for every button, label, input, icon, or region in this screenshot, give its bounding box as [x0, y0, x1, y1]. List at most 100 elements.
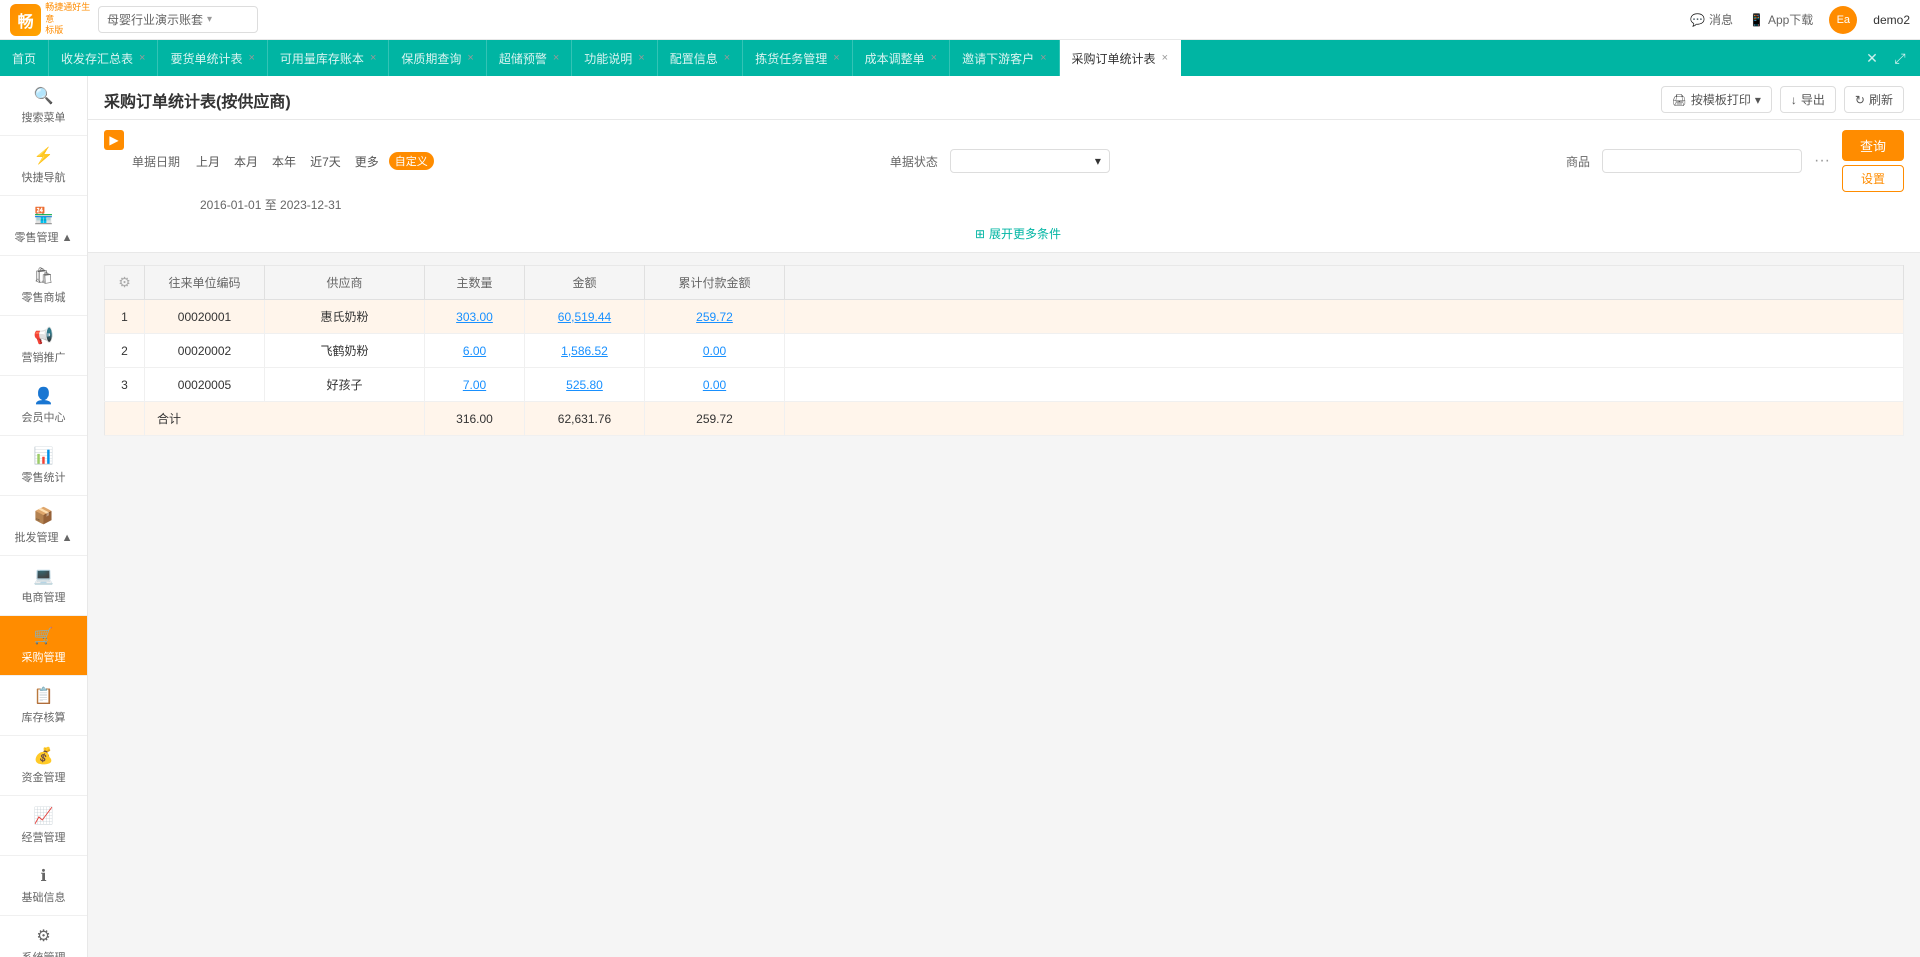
info-icon: ℹ: [40, 866, 46, 886]
tab-close-icon[interactable]: ×: [553, 52, 559, 64]
export-button[interactable]: ↓ 导出: [1780, 86, 1836, 113]
template-print-button[interactable]: 🖨 按模板打印 ▾: [1661, 86, 1772, 113]
tab-close-all-btn[interactable]: ✕: [1860, 46, 1884, 70]
th-amount: 金额: [525, 266, 645, 300]
row-qty[interactable]: 303.00: [425, 300, 525, 334]
tab-close-icon[interactable]: ×: [1040, 52, 1046, 64]
chevron-down-icon: ▾: [1755, 93, 1761, 107]
sidebar-item-ecommerce[interactable]: 💻 电商管理: [0, 556, 87, 616]
tab-invite-customer[interactable]: 邀请下游客户 ×: [950, 40, 1059, 76]
tab-close-icon[interactable]: ×: [724, 52, 730, 64]
chevron-down-icon: ▾: [1095, 154, 1101, 168]
sidebar-item-search[interactable]: 🔍 搜索菜单: [0, 76, 87, 136]
sidebar-item-finance[interactable]: 💰 资金管理: [0, 736, 87, 796]
purchase-icon: 🛒: [34, 626, 54, 646]
row-paid[interactable]: 0.00: [645, 368, 785, 402]
sidebar-item-label: 零售统计: [22, 469, 66, 485]
row-amount[interactable]: 525.80: [525, 368, 645, 402]
tab-close-icon[interactable]: ×: [833, 52, 839, 64]
status-label: 单据状态: [890, 153, 938, 170]
settings-button[interactable]: 设置: [1842, 165, 1904, 192]
sidebar-item-retail-mgmt[interactable]: 🏪 零售管理 ▲: [0, 196, 87, 256]
tab-close-icon[interactable]: ×: [139, 52, 145, 64]
tab-close-icon[interactable]: ×: [370, 52, 376, 64]
workspace-label: 母婴行业演示账套: [107, 11, 203, 28]
date-range-row: 2016-01-01 至 2023-12-31: [132, 196, 1904, 213]
sidebar-item-purchase[interactable]: 🛒 采购管理: [0, 616, 87, 676]
tab-close-icon[interactable]: ×: [638, 52, 644, 64]
tab-config[interactable]: 配置信息 ×: [658, 40, 743, 76]
user-avatar[interactable]: Ea: [1829, 6, 1857, 34]
tab-purchase-order-stats[interactable]: 采购订单统计表 ×: [1060, 40, 1181, 76]
sidebar-item-marketing[interactable]: 📢 营销推广: [0, 316, 87, 376]
filter-collapse-arrow[interactable]: ▶: [104, 130, 124, 150]
shortcut-more[interactable]: 更多: [351, 152, 383, 171]
summary-extra: [785, 402, 1904, 436]
sidebar-item-wholesale[interactable]: 📦 批发管理 ▲: [0, 496, 87, 556]
sidebar-item-quicknav[interactable]: ⚡ 快捷导航: [0, 136, 87, 196]
tab-home[interactable]: 首页: [0, 40, 49, 76]
gear-icon[interactable]: ⚙: [118, 274, 131, 290]
app-download-action[interactable]: 📱 App下载: [1749, 11, 1813, 28]
status-select[interactable]: ▾: [950, 149, 1110, 173]
btn-export-label: 导出: [1801, 91, 1825, 108]
sidebar-item-inventory[interactable]: 📋 库存核算: [0, 676, 87, 736]
row-code: 00020001: [145, 300, 265, 334]
tab-cost-adjust[interactable]: 成本调整单 ×: [853, 40, 950, 76]
filter-row: 单据日期 上月 本月 本年 近7天 更多 自定义 单据状态: [132, 130, 1904, 192]
tab-pick-task[interactable]: 拣货任务管理 ×: [743, 40, 852, 76]
goods-input[interactable]: [1602, 149, 1802, 173]
shortcut-last-month[interactable]: 上月: [192, 152, 224, 171]
sidebar-item-label: 搜索菜单: [22, 109, 66, 125]
sidebar-item-label: 资金管理: [22, 769, 66, 785]
chevron-down-icon: ▾: [207, 14, 212, 25]
sidebar-item-system[interactable]: ⚙ 系统管理: [0, 916, 87, 957]
tab-label: 配置信息: [670, 50, 718, 67]
sidebar-item-retail-stats[interactable]: 📊 零售统计: [0, 436, 87, 496]
marketing-icon: 📢: [34, 326, 54, 346]
tab-close-icon[interactable]: ×: [931, 52, 937, 64]
row-qty[interactable]: 6.00: [425, 334, 525, 368]
shortcut-this-year[interactable]: 本年: [268, 152, 300, 171]
custom-date-badge[interactable]: 自定义: [389, 152, 434, 170]
row-amount[interactable]: 60,519.44: [525, 300, 645, 334]
message-action[interactable]: 💬 消息: [1690, 11, 1733, 28]
workspace-selector[interactable]: 母婴行业演示账套 ▾: [98, 6, 258, 33]
row-paid[interactable]: 259.72: [645, 300, 785, 334]
shortcut-this-month[interactable]: 本月: [230, 152, 262, 171]
row-amount[interactable]: 1,586.52: [525, 334, 645, 368]
summary-empty: [105, 402, 145, 436]
sidebar-item-retail-mall[interactable]: 🛍 零售商城: [0, 256, 87, 316]
tab-function-desc[interactable]: 功能说明 ×: [572, 40, 657, 76]
row-qty[interactable]: 7.00: [425, 368, 525, 402]
sidebar-item-basic-info[interactable]: ℹ 基础信息: [0, 856, 87, 916]
row-extra: [785, 334, 1904, 368]
th-gear: ⚙: [105, 266, 145, 300]
top-header-right: 💬 消息 📱 App下载 Ea demo2: [1690, 6, 1910, 34]
tab-close-icon[interactable]: ×: [248, 52, 254, 64]
quicknav-icon: ⚡: [34, 146, 54, 166]
row-extra: [785, 368, 1904, 402]
shortcut-7days[interactable]: 近7天: [306, 152, 345, 171]
tab-available-stock[interactable]: 可用量库存账本 ×: [268, 40, 389, 76]
summary-label: 合计: [145, 402, 425, 436]
sidebar-item-label: 库存核算: [22, 709, 66, 725]
expand-more-btn[interactable]: ⊞ 展开更多条件: [975, 225, 1061, 242]
sidebar-item-member[interactable]: 👤 会员中心: [0, 376, 87, 436]
query-button[interactable]: 查询: [1842, 130, 1904, 161]
message-label: 消息: [1709, 11, 1733, 28]
tab-close-icon[interactable]: ×: [467, 52, 473, 64]
refresh-icon: ↻: [1855, 93, 1865, 107]
tab-label: 采购订单统计表: [1072, 50, 1156, 67]
expand-label: 展开更多条件: [989, 225, 1061, 242]
refresh-button[interactable]: ↻ 刷新: [1844, 86, 1904, 113]
tab-close-icon[interactable]: ×: [1162, 52, 1168, 64]
sidebar-item-operations[interactable]: 📈 经营管理: [0, 796, 87, 856]
tab-receive-summary[interactable]: 收发存汇总表 ×: [49, 40, 158, 76]
tab-overstock[interactable]: 超储预警 ×: [487, 40, 572, 76]
logo-text: 畅捷通好生意标版: [45, 2, 98, 37]
tab-shelf-life[interactable]: 保质期查询 ×: [389, 40, 486, 76]
tab-order-stats[interactable]: 要货单统计表 ×: [158, 40, 267, 76]
row-paid[interactable]: 0.00: [645, 334, 785, 368]
tab-expand-btn[interactable]: ⤢: [1888, 46, 1912, 70]
